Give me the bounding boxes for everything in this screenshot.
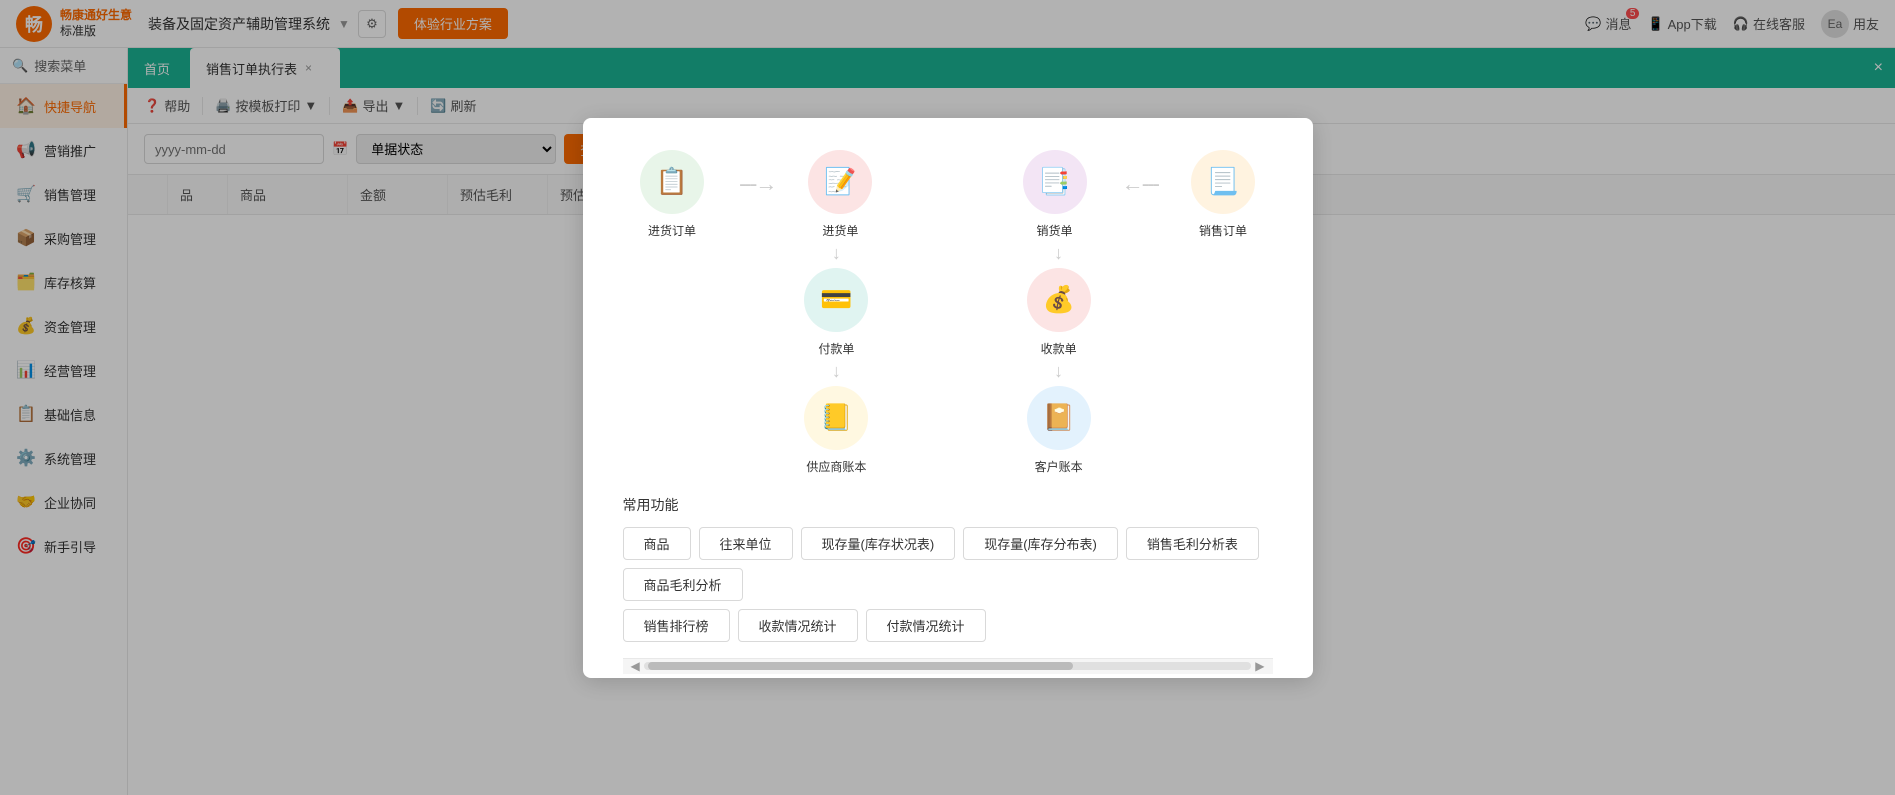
- flow-node-purchase-bill[interactable]: 📝 进货单: [808, 150, 872, 239]
- spacer-r3: [1189, 361, 1253, 382]
- receipt-label: 收款单: [1041, 340, 1077, 357]
- down-arrow-payment: ↓: [804, 361, 868, 382]
- func-btn-sales-rank[interactable]: 销售排行榜: [623, 609, 730, 642]
- func-btn-sales-margin[interactable]: 销售毛利分析表: [1126, 527, 1259, 560]
- modal-overlay[interactable]: 📋 进货订单 - - - → 📝 进货单 📑 销货单 ← - - -: [0, 0, 1895, 795]
- customer-ledger-circle: 📔: [1027, 386, 1091, 450]
- flow-node-supplier-ledger[interactable]: 📒 供应商账本: [804, 386, 868, 475]
- flow-node-sales-bill[interactable]: 📑 销货单: [1023, 150, 1087, 239]
- func-btn-contacts[interactable]: 往来单位: [699, 527, 793, 560]
- sales-order-label: 销售订单: [1199, 222, 1247, 239]
- payment-circle: 💳: [804, 268, 868, 332]
- down-arrow-receipt: ↓: [1027, 361, 1091, 382]
- customer-ledger-label: 客户账本: [1035, 458, 1083, 475]
- scroll-left-icon[interactable]: ◀: [627, 659, 644, 673]
- spacer-dash: [745, 243, 765, 264]
- receipt-circle: 💰: [1027, 268, 1091, 332]
- sales-bill-circle: 📑: [1023, 150, 1087, 214]
- sales-order-circle: 📃: [1191, 150, 1255, 214]
- scroll-bar[interactable]: ◀ ▶: [623, 658, 1273, 674]
- spacer-right: [1189, 243, 1253, 264]
- flow-node-payment[interactable]: 💳 付款单: [804, 268, 868, 357]
- spacer-d4: [1130, 361, 1150, 382]
- flow-node-sales-order[interactable]: 📃 销售订单: [1191, 150, 1255, 239]
- quick-nav-modal: 📋 进货订单 - - - → 📝 进货单 📑 销货单 ← - - -: [583, 118, 1313, 678]
- flow-node-receipt[interactable]: 💰 收款单: [1027, 268, 1091, 357]
- spacer-dash2: [1130, 243, 1150, 264]
- spacer-left: [642, 243, 706, 264]
- purchase-bill-circle: 📝: [808, 150, 872, 214]
- spacer-d3: [745, 361, 765, 382]
- scroll-thumb: [648, 662, 1073, 670]
- common-functions: 常用功能 商品 往来单位 现存量(库存状况表) 现存量(库存分布表) 销售毛利分…: [623, 495, 1273, 642]
- spacer-mid: [907, 243, 987, 264]
- common-functions-title: 常用功能: [623, 495, 1273, 515]
- purchase-bill-label: 进货单: [822, 222, 858, 239]
- supplier-ledger-circle: 📒: [804, 386, 868, 450]
- flow-node-customer-ledger[interactable]: 📔 客户账本: [1027, 386, 1091, 475]
- supplier-ledger-label: 供应商账本: [806, 458, 866, 475]
- func-buttons-row1: 商品 往来单位 现存量(库存状况表) 现存量(库存分布表) 销售毛利分析表 商品…: [623, 527, 1273, 601]
- modal-content: 📋 进货订单 - - - → 📝 进货单 📑 销货单 ← - - -: [583, 118, 1313, 678]
- purchase-order-label: 进货订单: [648, 222, 696, 239]
- payment-label: 付款单: [818, 340, 854, 357]
- scroll-right-icon[interactable]: ▶: [1251, 659, 1268, 673]
- func-btn-payment-stat[interactable]: 付款情况统计: [866, 609, 986, 642]
- flow-node-purchase-order[interactable]: 📋 进货订单: [640, 150, 704, 239]
- func-btn-goods[interactable]: 商品: [623, 527, 691, 560]
- func-btn-receipt-stat[interactable]: 收款情况统计: [738, 609, 858, 642]
- func-buttons-row2: 销售排行榜 收款情况统计 付款情况统计: [623, 609, 1273, 642]
- func-btn-stock-dist[interactable]: 现存量(库存分布表): [963, 527, 1118, 560]
- purchase-order-circle: 📋: [640, 150, 704, 214]
- scroll-track[interactable]: [644, 662, 1252, 670]
- down-arrow-sales: ↓: [1027, 243, 1091, 264]
- func-btn-goods-margin[interactable]: 商品毛利分析: [623, 568, 743, 601]
- func-btn-stock-status[interactable]: 现存量(库存状况表): [801, 527, 956, 560]
- down-arrow-purchase: ↓: [804, 243, 868, 264]
- spacer-m3: [907, 361, 987, 382]
- spacer-l3: [642, 361, 706, 382]
- sales-bill-label: 销货单: [1037, 222, 1073, 239]
